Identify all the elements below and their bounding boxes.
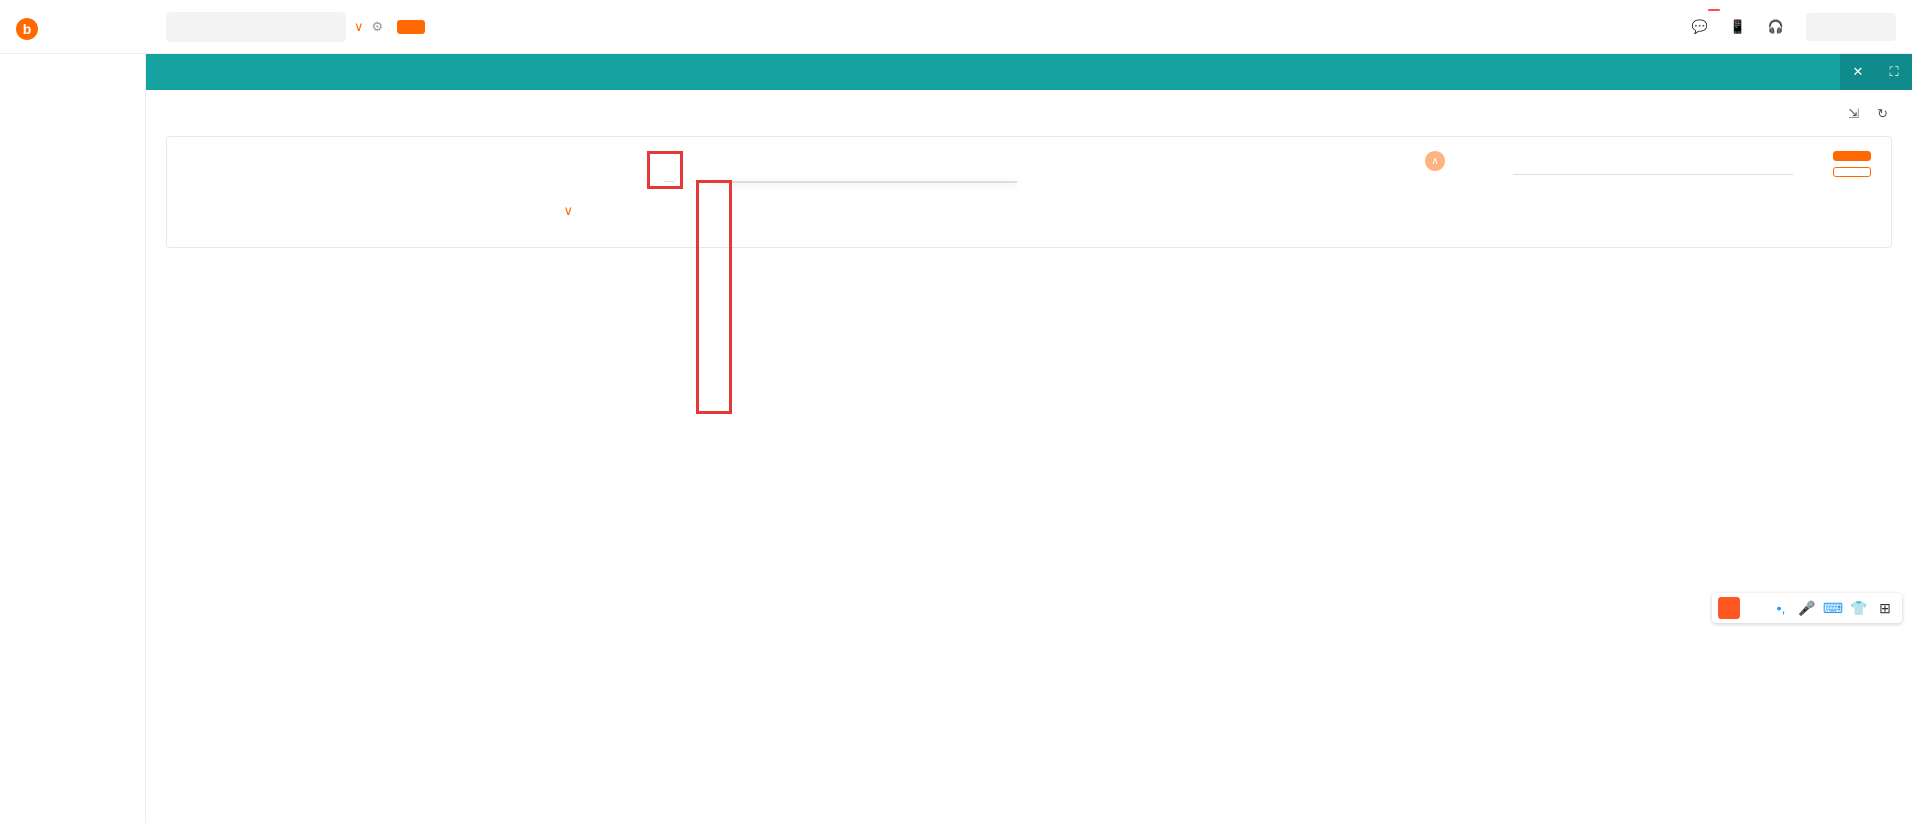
query-button[interactable] <box>1833 151 1871 161</box>
export-icon: ⇲ <box>1848 106 1859 122</box>
refresh-icon: ↻ <box>1877 106 1888 122</box>
ime-skin-icon[interactable]: 👕 <box>1848 597 1870 619</box>
collapse-filters-button[interactable]: ∧ <box>1425 151 1445 171</box>
export-button[interactable]: ⇲ <box>1848 106 1863 122</box>
chevron-down-icon[interactable]: ∨ <box>354 19 364 35</box>
app-logo: b <box>16 18 146 40</box>
ime-lang-icon[interactable] <box>1744 597 1766 619</box>
date-filter-label <box>187 151 247 155</box>
ime-logo-icon[interactable] <box>1718 597 1740 619</box>
support-link[interactable]: 🎧 <box>1768 19 1788 35</box>
user-menu[interactable] <box>1806 13 1896 41</box>
expand-button[interactable]: ⛶ <box>1876 54 1912 90</box>
trial-button[interactable] <box>397 20 425 34</box>
settings-button[interactable] <box>1833 167 1871 177</box>
logo-icon: b <box>16 18 38 40</box>
messages-badge <box>1708 9 1720 11</box>
phone-icon: 📱 <box>1730 19 1746 35</box>
refresh-button[interactable]: ↻ <box>1877 106 1892 122</box>
org-selector[interactable] <box>166 12 346 42</box>
ime-mic-icon[interactable]: 🎤 <box>1796 597 1818 619</box>
message-icon: 💬 <box>1691 19 1707 35</box>
account-input[interactable] <box>1513 151 1793 175</box>
account-type-dropdown <box>707 181 1017 183</box>
app-download-link[interactable]: 📱 <box>1730 19 1750 35</box>
gear-icon[interactable]: ⚙ <box>372 19 384 35</box>
ime-keyboard-icon[interactable]: ⌨ <box>1822 597 1844 619</box>
dept-filter-label <box>187 209 247 213</box>
close-tab-button[interactable]: ✕ <box>1840 54 1876 90</box>
dept-select[interactable]: ∨ <box>257 199 577 223</box>
ime-toolbox-icon[interactable]: ⊞ <box>1874 597 1896 619</box>
ime-toolbar: •, 🎤 ⌨ 👕 ⊞ <box>1712 593 1902 623</box>
account-type-input[interactable] <box>664 158 674 182</box>
headset-icon: 🎧 <box>1768 19 1784 35</box>
messages-link[interactable]: 💬 <box>1691 19 1711 35</box>
ime-punct-icon[interactable]: •, <box>1770 597 1792 619</box>
